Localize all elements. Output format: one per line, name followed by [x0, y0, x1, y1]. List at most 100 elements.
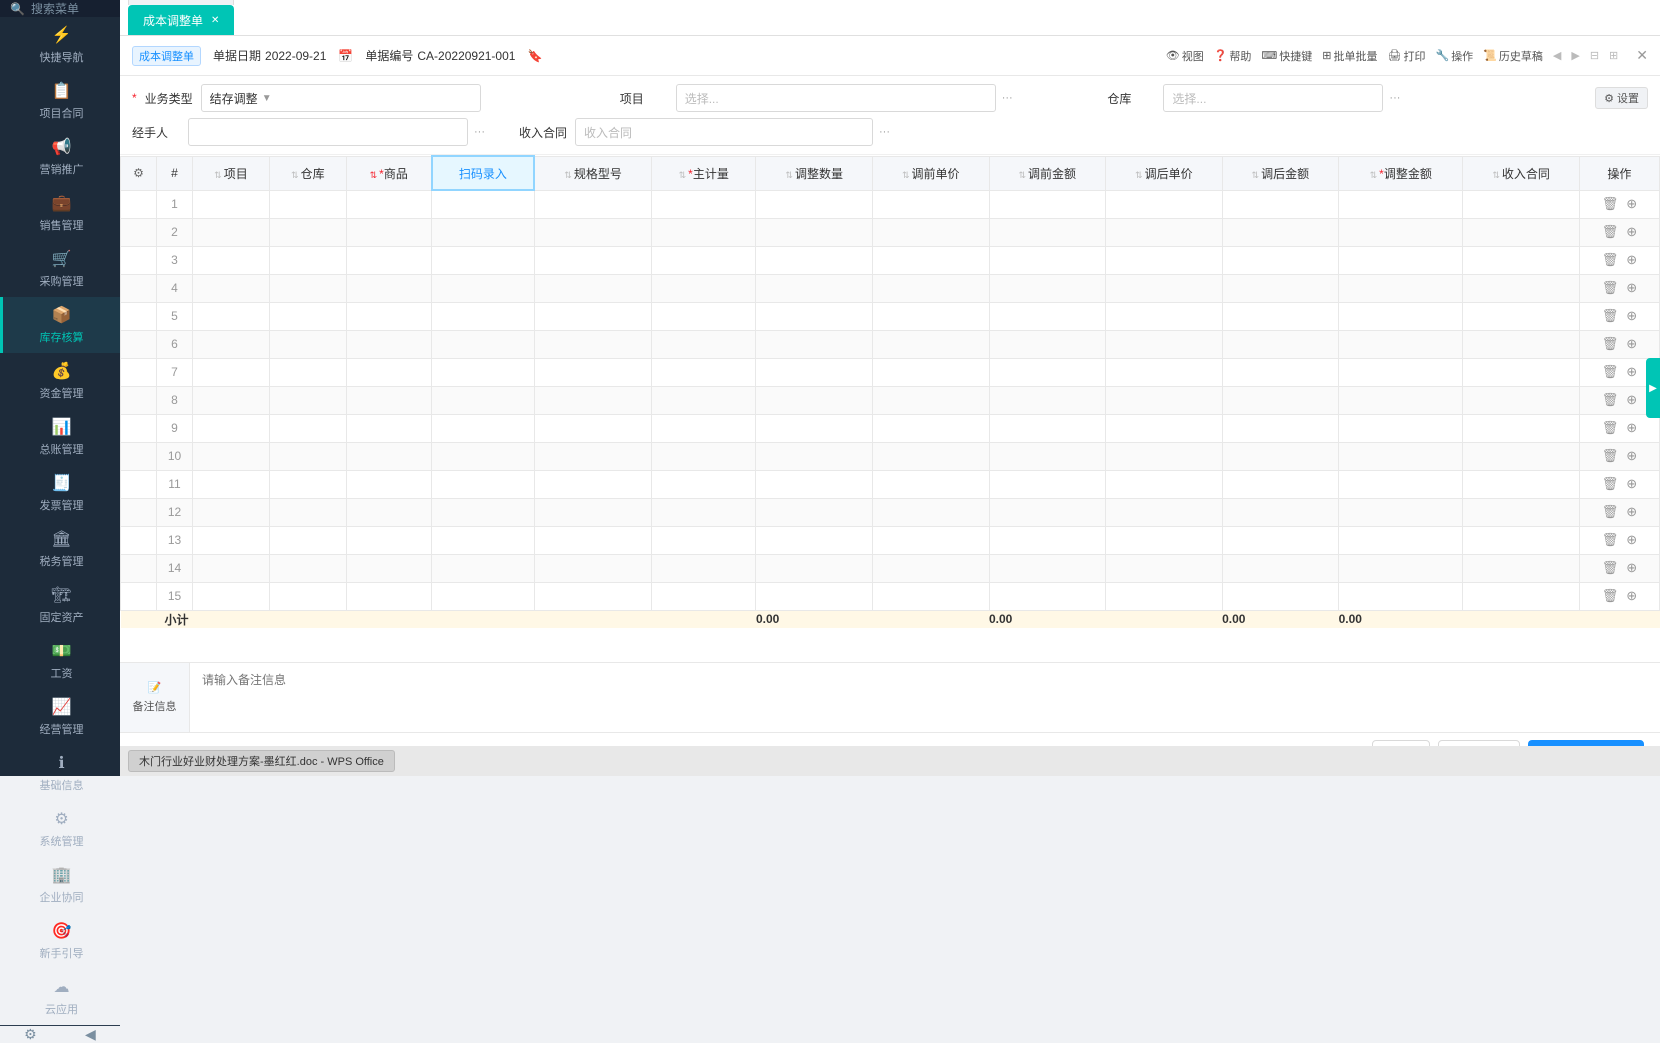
row-product[interactable] — [346, 470, 431, 498]
row-before-amount[interactable] — [989, 582, 1106, 610]
row-before-price[interactable] — [872, 358, 989, 386]
warehouse-dots[interactable]: ··· — [1389, 92, 1400, 104]
batch-ops-btn[interactable]: ⊞ 批单批量 — [1322, 48, 1377, 64]
row-product[interactable] — [346, 190, 431, 218]
row-after-price[interactable] — [1106, 302, 1223, 330]
row-project[interactable] — [193, 190, 270, 218]
sidebar-item-system[interactable]: ⚙ 系统管理 — [0, 801, 120, 857]
row-adjust-qty[interactable] — [756, 302, 873, 330]
row-before-amount[interactable] — [989, 190, 1106, 218]
row-before-amount[interactable] — [989, 554, 1106, 582]
sidebar-item-finance[interactable]: 💰 资金管理 — [0, 353, 120, 409]
taskbar-item[interactable]: 木门行业好业财处理方案-墨红红.doc - WPS Office — [128, 750, 395, 772]
row-scan[interactable] — [432, 498, 534, 526]
row-after-amount[interactable] — [1222, 498, 1339, 526]
row-after-price[interactable] — [1106, 386, 1223, 414]
row-warehouse[interactable] — [269, 498, 346, 526]
row-scan[interactable] — [432, 470, 534, 498]
row-after-price[interactable] — [1106, 246, 1223, 274]
row-after-price[interactable] — [1106, 442, 1223, 470]
row-scan[interactable] — [432, 442, 534, 470]
row-before-price[interactable] — [872, 582, 989, 610]
tab-cost-adjustment[interactable]: 成本调整单✕ — [128, 5, 234, 35]
row-copy-btn[interactable]: ⊕ — [1624, 530, 1639, 550]
row-delete-btn[interactable]: 🗑 — [1600, 334, 1621, 354]
sidebar-item-assets[interactable]: 🏗 固定资产 — [0, 577, 120, 633]
row-scan[interactable] — [432, 302, 534, 330]
row-adjust-amount[interactable] — [1339, 554, 1463, 582]
settings-button[interactable]: ⚙ 设置 — [1595, 87, 1648, 109]
row-unit[interactable] — [652, 358, 756, 386]
row-project[interactable] — [193, 526, 270, 554]
row-after-amount[interactable] — [1222, 470, 1339, 498]
row-spec[interactable] — [534, 358, 651, 386]
row-adjust-amount[interactable] — [1339, 218, 1463, 246]
row-spec[interactable] — [534, 554, 651, 582]
row-warehouse[interactable] — [269, 554, 346, 582]
row-warehouse[interactable] — [269, 414, 346, 442]
warehouse-input[interactable]: 选择... — [1163, 84, 1383, 112]
row-before-amount[interactable] — [989, 386, 1106, 414]
row-after-amount[interactable] — [1222, 330, 1339, 358]
col-scan[interactable]: 扫码录入 — [432, 156, 534, 190]
row-before-price[interactable] — [872, 554, 989, 582]
row-spec[interactable] — [534, 442, 651, 470]
row-income-contract[interactable] — [1463, 218, 1580, 246]
row-adjust-qty[interactable] — [756, 498, 873, 526]
sidebar-item-quick-nav[interactable]: ⚡ 快捷导航 — [0, 17, 120, 73]
row-warehouse[interactable] — [269, 470, 346, 498]
row-adjust-qty[interactable] — [756, 274, 873, 302]
row-after-amount[interactable] — [1222, 442, 1339, 470]
row-before-price[interactable] — [872, 218, 989, 246]
row-income-contract[interactable] — [1463, 442, 1580, 470]
row-adjust-amount[interactable] — [1339, 330, 1463, 358]
row-adjust-qty[interactable] — [756, 442, 873, 470]
row-delete-btn[interactable]: 🗑 — [1600, 306, 1621, 326]
row-warehouse[interactable] — [269, 526, 346, 554]
row-before-price[interactable] — [872, 246, 989, 274]
row-before-amount[interactable] — [989, 302, 1106, 330]
row-product[interactable] — [346, 442, 431, 470]
row-unit[interactable] — [652, 274, 756, 302]
row-before-price[interactable] — [872, 302, 989, 330]
row-copy-btn[interactable]: ⊕ — [1624, 586, 1639, 606]
project-input[interactable]: 选择... — [676, 84, 996, 112]
notes-input[interactable] — [190, 663, 1660, 732]
row-product[interactable] — [346, 274, 431, 302]
row-before-amount[interactable] — [989, 442, 1106, 470]
row-adjust-amount[interactable] — [1339, 498, 1463, 526]
sidebar-item-marketing[interactable]: 📢 营销推广 — [0, 129, 120, 185]
row-after-amount[interactable] — [1222, 218, 1339, 246]
row-warehouse[interactable] — [269, 358, 346, 386]
row-before-price[interactable] — [872, 498, 989, 526]
sidebar-item-cloud[interactable]: ☁ 云应用 — [0, 969, 120, 1025]
row-unit[interactable] — [652, 498, 756, 526]
row-adjust-qty[interactable] — [756, 414, 873, 442]
sidebar-item-sales[interactable]: 💼 销售管理 — [0, 185, 120, 241]
row-adjust-amount[interactable] — [1339, 582, 1463, 610]
row-copy-btn[interactable]: ⊕ — [1624, 334, 1639, 354]
row-before-amount[interactable] — [989, 498, 1106, 526]
row-unit[interactable] — [652, 330, 756, 358]
row-adjust-amount[interactable] — [1339, 246, 1463, 274]
row-income-contract[interactable] — [1463, 414, 1580, 442]
row-adjust-qty[interactable] — [756, 358, 873, 386]
view-btn[interactable]: 👁 视图 — [1166, 48, 1204, 64]
row-project[interactable] — [193, 330, 270, 358]
row-adjust-qty[interactable] — [756, 386, 873, 414]
row-adjust-amount[interactable] — [1339, 442, 1463, 470]
row-adjust-qty[interactable] — [756, 218, 873, 246]
row-unit[interactable] — [652, 470, 756, 498]
row-copy-btn[interactable]: ⊕ — [1624, 502, 1639, 522]
row-scan[interactable] — [432, 218, 534, 246]
row-project[interactable] — [193, 554, 270, 582]
income-contract-dots[interactable]: ··· — [879, 126, 890, 138]
row-spec[interactable] — [534, 330, 651, 358]
row-product[interactable] — [346, 554, 431, 582]
sidebar-item-basic-info[interactable]: ℹ 基础信息 — [0, 745, 120, 801]
row-copy-btn[interactable]: ⊕ — [1624, 278, 1639, 298]
sidebar-search[interactable]: 🔍 搜索菜单 — [0, 0, 120, 17]
tab-close-cost-adjustment[interactable]: ✕ — [211, 15, 219, 26]
row-after-amount[interactable] — [1222, 414, 1339, 442]
row-product[interactable] — [346, 386, 431, 414]
